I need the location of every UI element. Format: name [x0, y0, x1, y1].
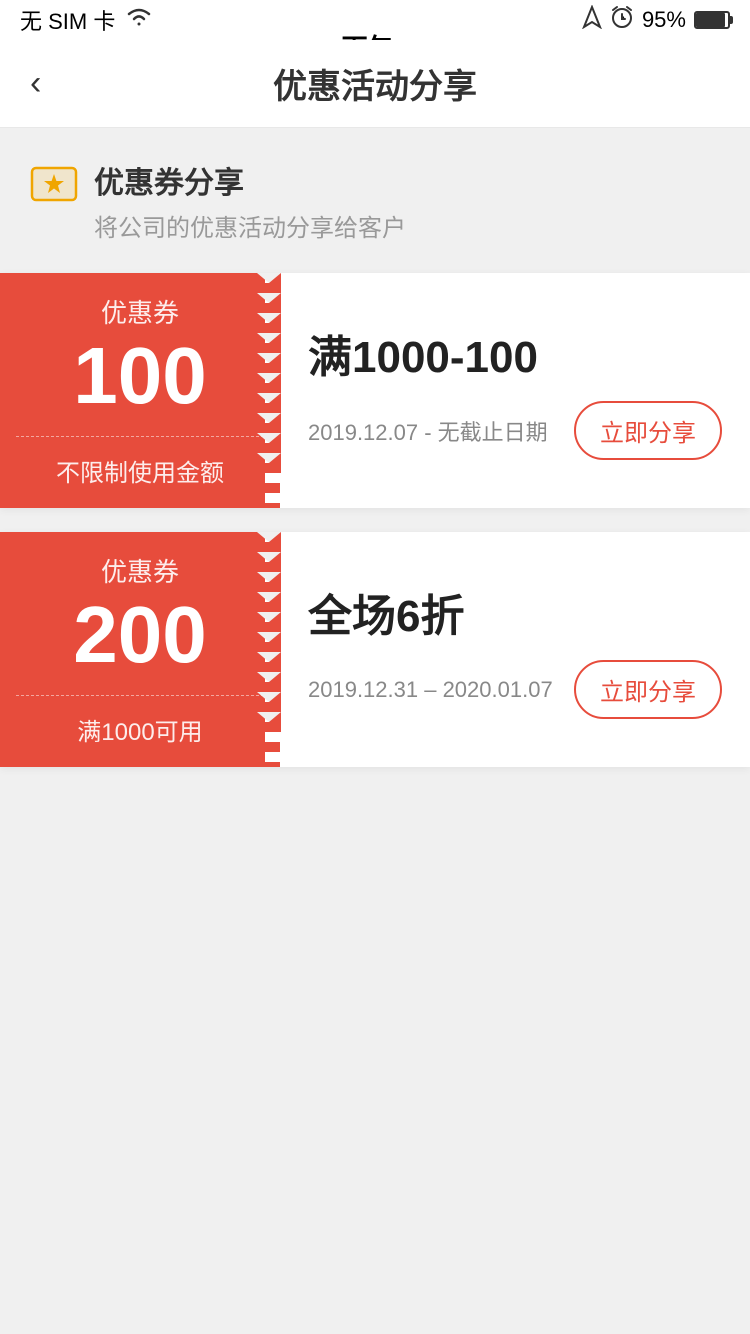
- carrier-text: 无 SIM 卡: [20, 4, 115, 36]
- coupon-date: 2019.12.31 – 2020.01.07: [308, 677, 562, 703]
- coupon-left: 优惠券 200 满1000可用: [0, 532, 280, 767]
- section-subtitle: 将公司的优惠活动分享给客户: [94, 208, 406, 243]
- coupon-card: 优惠券 100 不限制使用金额 满1000-100 2019.12.07 - 无…: [0, 273, 750, 508]
- location-icon: [582, 5, 602, 35]
- coupon-divider: [16, 436, 264, 437]
- coupon-condition: 满1000可用: [77, 712, 202, 747]
- share-button[interactable]: 立即分享: [574, 401, 722, 460]
- status-left: 无 SIM 卡: [20, 4, 153, 36]
- coupon-card: 优惠券 200 满1000可用 全场6折 2019.12.31 – 2020.0…: [0, 532, 750, 767]
- coupon-meta: 2019.12.07 - 无截止日期 立即分享: [308, 401, 722, 460]
- section-header: 优惠券分享 将公司的优惠活动分享给客户: [0, 128, 750, 263]
- coupon-right: 满1000-100 2019.12.07 - 无截止日期 立即分享: [280, 273, 750, 508]
- wifi-icon: [125, 6, 153, 34]
- status-right: 95%: [582, 5, 730, 35]
- coupon-share-icon: [30, 160, 78, 208]
- share-button[interactable]: 立即分享: [574, 660, 722, 719]
- section-title: 优惠券分享: [94, 158, 406, 202]
- section-text-block: 优惠券分享 将公司的优惠活动分享给客户: [94, 158, 406, 243]
- battery-percentage: 95%: [642, 7, 686, 33]
- coupon-left: 优惠券 100 不限制使用金额: [0, 273, 280, 508]
- coupon-amount: 100: [73, 336, 206, 416]
- coupon-amount: 200: [73, 595, 206, 675]
- coupon-name: 全场6折: [308, 580, 722, 644]
- page-title: 优惠活动分享: [273, 59, 477, 108]
- coupon-name: 满1000-100: [308, 321, 722, 385]
- nav-bar: ‹ 优惠活动分享: [0, 40, 750, 128]
- battery-icon: [694, 11, 730, 29]
- coupon-date: 2019.12.07 - 无截止日期: [308, 415, 562, 447]
- coupon-condition: 不限制使用金额: [56, 453, 224, 488]
- coupon-right: 全场6折 2019.12.31 – 2020.01.07 立即分享: [280, 532, 750, 767]
- coupon-label: 优惠券: [101, 293, 179, 330]
- coupon-edge-svg: [257, 273, 281, 473]
- coupon-list: 优惠券 100 不限制使用金额 满1000-100 2019.12.07 - 无…: [0, 263, 750, 797]
- empty-area: [0, 797, 750, 1297]
- coupon-meta: 2019.12.31 – 2020.01.07 立即分享: [308, 660, 722, 719]
- coupon-edge-svg: [257, 532, 281, 732]
- back-button[interactable]: ‹: [30, 64, 41, 103]
- status-bar: 无 SIM 卡 下午3:47 95%: [0, 0, 750, 40]
- alarm-icon: [610, 5, 634, 35]
- coupon-divider: [16, 695, 264, 696]
- coupon-label: 优惠券: [101, 552, 179, 589]
